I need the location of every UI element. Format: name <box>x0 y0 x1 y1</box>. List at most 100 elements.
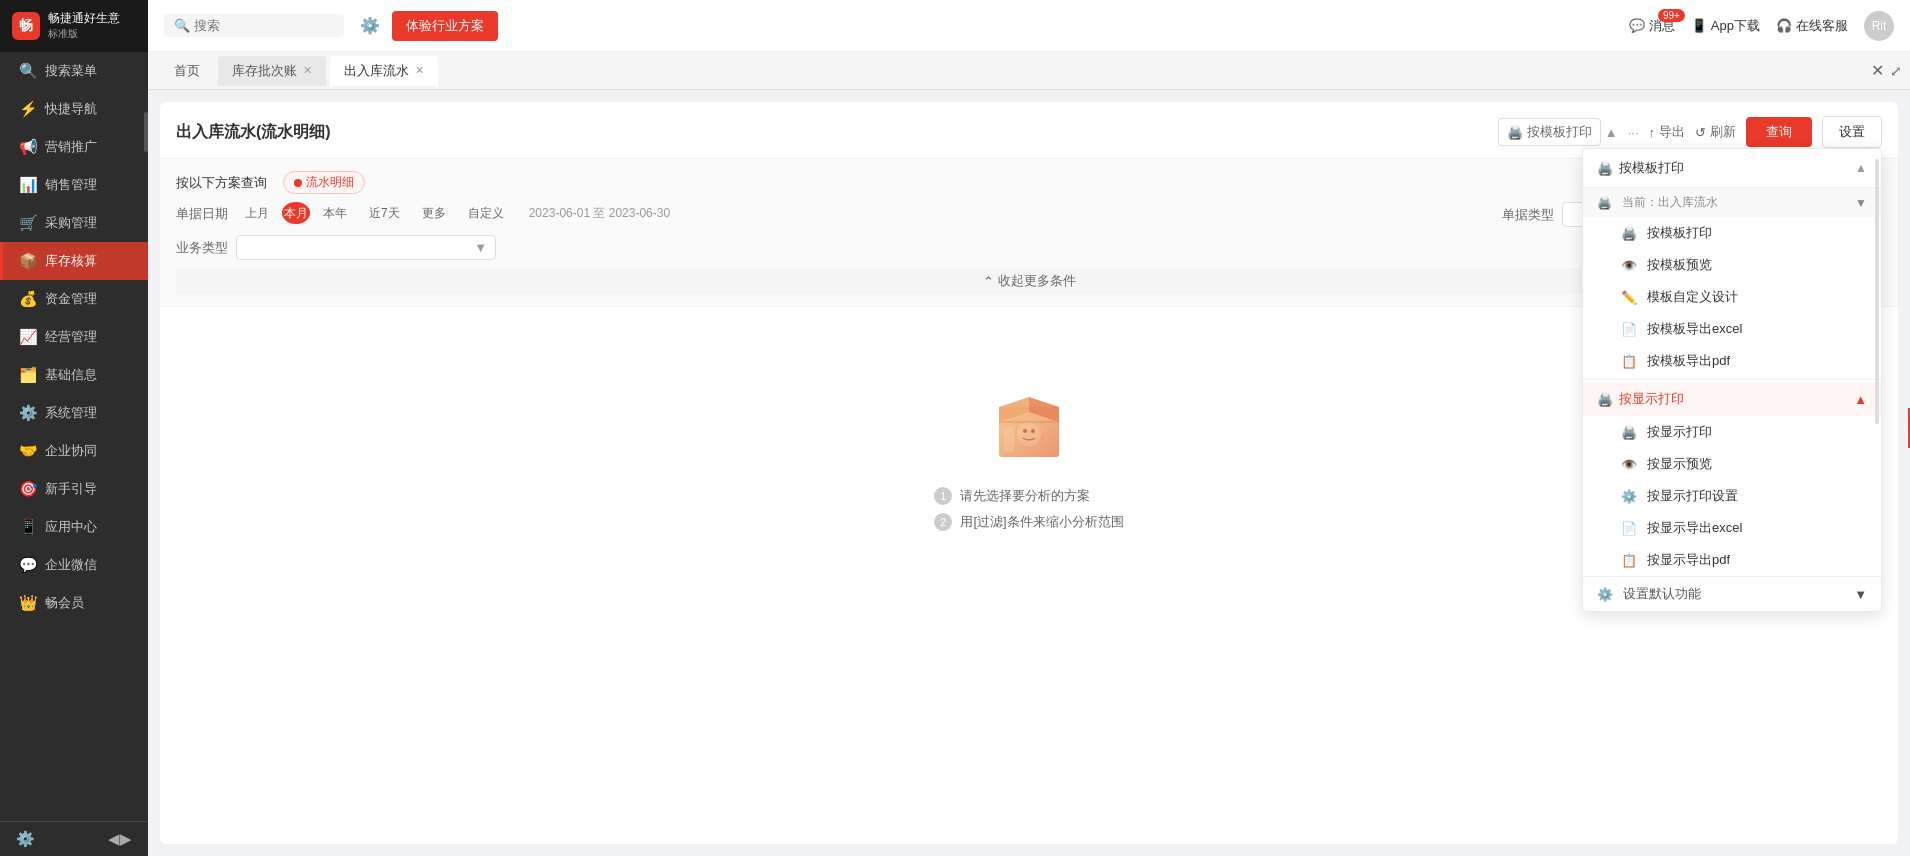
tabs-close-btn[interactable]: ✕ <box>1871 61 1884 80</box>
app-download-btn[interactable]: 📱 App下载 <box>1691 17 1760 35</box>
sidebar-item-business[interactable]: 📈 经营管理 <box>0 318 148 356</box>
date-btn-more[interactable]: 更多 <box>413 202 455 225</box>
avatar[interactable]: Rit <box>1864 11 1894 41</box>
trial-btn[interactable]: 体验行业方案 <box>392 11 498 41</box>
template-excel-icon: 📄 <box>1621 322 1637 337</box>
tabs-expand-btn[interactable]: ⤢ <box>1890 63 1902 79</box>
business-type-chevron: ▼ <box>474 240 487 255</box>
message-btn[interactable]: 💬 消息 99+ <box>1629 17 1675 35</box>
settings-gear-icon[interactable]: ⚙️ <box>360 16 380 35</box>
display-section-chevron: ▲ <box>1854 392 1867 407</box>
tab-inout-flow[interactable]: 出入库流水 ✕ <box>330 56 438 86</box>
sidebar-item-basic[interactable]: 🗂️ 基础信息 <box>0 356 148 394</box>
sidebar-item-appstore[interactable]: 📱 应用中心 <box>0 508 148 546</box>
empty-steps: 1 请先选择要分析的方案 2 用[过滤]条件来缩小分析范围 <box>934 487 1123 539</box>
topbar: 🔍 ⚙️ 体验行业方案 💬 消息 99+ 📱 App下载 🎧 在线客服 Rit <box>148 0 1910 52</box>
empty-step-2: 2 用[过滤]条件来缩小分析范围 <box>934 513 1123 531</box>
setting-btn[interactable]: 设置 <box>1822 116 1882 148</box>
tab-batch-ledger-label: 库存批次账 <box>232 62 297 80</box>
dropdown-template-export-pdf[interactable]: 📋 按模板导出pdf <box>1583 345 1881 377</box>
sidebar-item-wechat[interactable]: 💬 企业微信 <box>0 546 148 584</box>
panel-scrollbar[interactable] <box>1875 159 1879 601</box>
sidebar-settings-icon[interactable]: ⚙️ <box>16 830 35 848</box>
dropdown-display-export-excel[interactable]: 📄 按显示导出excel <box>1583 512 1881 544</box>
sidebar-item-guide[interactable]: 🎯 新手引导 <box>0 470 148 508</box>
dropdown-footer-settings[interactable]: ⚙️ 设置默认功能 ▼ <box>1583 576 1881 611</box>
tab-batch-ledger[interactable]: 库存批次账 ✕ <box>218 56 326 86</box>
print-chevron-icon[interactable]: ▲ <box>1605 125 1618 140</box>
sidebar: 畅 畅捷通好生意 标准版 🔍 搜索菜单 ⚡ 快捷导航 📢 营销推广 📊 销售管理… <box>0 0 148 856</box>
date-btn-last-month[interactable]: 上月 <box>236 202 278 225</box>
search-box-icon: 🔍 <box>174 18 190 33</box>
date-filter: 单据日期 上月 本月 本年 近7天 更多 自定义 2023-06-01 至 20… <box>176 202 670 225</box>
dropdown-close-icon[interactable]: ▲ <box>1855 161 1867 175</box>
page-title: 出入库流水(流水明细) <box>176 122 331 143</box>
query-btn[interactable]: 查询 <box>1746 117 1812 147</box>
template-export-excel-label: 按模板导出excel <box>1647 320 1742 338</box>
sidebar-item-label: 企业微信 <box>45 556 97 574</box>
tab-inout-flow-close-icon[interactable]: ✕ <box>415 64 424 77</box>
tag-dot-icon <box>294 179 302 187</box>
business-type-select[interactable]: ▼ <box>236 235 496 260</box>
tab-home[interactable]: 首页 <box>160 56 214 86</box>
dropdown-display-export-pdf[interactable]: 📋 按显示导出pdf <box>1583 544 1881 576</box>
online-service-btn[interactable]: 🎧 在线客服 <box>1776 17 1848 35</box>
dropdown-template-export-excel[interactable]: 📄 按模板导出excel <box>1583 313 1881 345</box>
dropdown-display-section[interactable]: 🖨️ 按显示打印 ▲ <box>1583 382 1881 416</box>
sidebar-item-quick-nav[interactable]: ⚡ 快捷导航 <box>0 90 148 128</box>
dropdown-template-preview[interactable]: 👁️ 按模板预览 <box>1583 249 1881 281</box>
empty-step-1: 1 请先选择要分析的方案 <box>934 487 1123 505</box>
guide-icon: 🎯 <box>19 480 37 498</box>
sidebar-item-purchase[interactable]: 🛒 采购管理 <box>0 204 148 242</box>
export-btn[interactable]: ↑ 导出 <box>1649 123 1686 141</box>
sidebar-item-inventory[interactable]: 📦 库存核算 <box>0 242 148 280</box>
display-export-pdf-label: 按显示导出pdf <box>1647 551 1730 569</box>
print-template-btn[interactable]: 🖨️ 按模板打印 <box>1498 118 1601 146</box>
page-card: 出入库流水(流水明细) 🖨️ 按模板打印 ▲ ··· ↑ 导出 <box>160 102 1898 844</box>
collapse-up-icon: ⌃ <box>983 274 994 289</box>
date-btn-7days[interactable]: 近7天 <box>360 202 409 225</box>
sidebar-item-finance[interactable]: 💰 资金管理 <box>0 280 148 318</box>
dropdown-display-settings[interactable]: ⚙️ 按显示打印设置 <box>1583 480 1881 512</box>
sidebar-item-label: 系统管理 <box>45 404 97 422</box>
sidebar-item-label: 资金管理 <box>45 290 97 308</box>
svg-point-5 <box>1017 422 1041 446</box>
date-btn-this-month[interactable]: 本月 <box>282 202 310 224</box>
message-icon: 💬 <box>1629 18 1645 33</box>
tab-batch-ledger-close-icon[interactable]: ✕ <box>303 64 312 77</box>
sidebar-logo: 畅 畅捷通好生意 标准版 <box>0 0 148 52</box>
dropdown-display-print[interactable]: 🖨️ 按显示打印 <box>1583 416 1881 448</box>
active-tag[interactable]: 流水明细 <box>283 171 365 194</box>
sidebar-item-label: 采购管理 <box>45 214 97 232</box>
sidebar-item-label: 快捷导航 <box>45 100 97 118</box>
dropdown-display-preview[interactable]: 👁️ 按显示预览 <box>1583 448 1881 480</box>
sidebar-item-system[interactable]: ⚙️ 系统管理 <box>0 394 148 432</box>
print-dropdown-panel: 🖨️ 按模板打印 ▲ 🖨️ 当前：出入库流水 ▼ <box>1582 148 1882 612</box>
sidebar-item-search[interactable]: 🔍 搜索菜单 <box>0 52 148 90</box>
sidebar-item-label: 基础信息 <box>45 366 97 384</box>
refresh-btn[interactable]: ↺ 刷新 <box>1695 123 1736 141</box>
date-btn-this-year[interactable]: 本年 <box>314 202 356 225</box>
user-name: Rit <box>1872 19 1887 33</box>
step-2-text: 用[过滤]条件来缩小分析范围 <box>960 513 1123 531</box>
sidebar-item-cooperation[interactable]: 🤝 企业协同 <box>0 432 148 470</box>
search-input[interactable] <box>194 18 334 33</box>
more-options-icon[interactable]: ··· <box>1628 125 1639 140</box>
dropdown-template-custom[interactable]: ✏️ 模板自定义设计 <box>1583 281 1881 313</box>
sales-icon: 📊 <box>19 176 37 194</box>
display-export-excel-label: 按显示导出excel <box>1647 519 1742 537</box>
printer-icon: 🖨️ <box>1507 125 1523 140</box>
current-chevron-icon: ▼ <box>1855 196 1867 210</box>
empty-box-icon <box>979 367 1079 467</box>
sidebar-collapse-icon[interactable]: ◀▶ <box>108 830 132 848</box>
date-btn-custom[interactable]: 自定义 <box>459 202 513 225</box>
sidebar-item-vip[interactable]: 👑 畅会员 <box>0 584 148 622</box>
inventory-icon: 📦 <box>19 252 37 270</box>
search-box[interactable]: 🔍 <box>164 14 344 37</box>
dropdown-template-print[interactable]: 🖨️ 按模板打印 <box>1583 217 1881 249</box>
appstore-icon: 📱 <box>19 518 37 536</box>
template-preview-label: 按模板预览 <box>1647 256 1712 274</box>
sidebar-item-sales[interactable]: 📊 销售管理 <box>0 166 148 204</box>
dropdown-header: 🖨️ 按模板打印 ▲ <box>1583 149 1881 188</box>
sidebar-item-marketing[interactable]: 📢 营销推广 <box>0 128 148 166</box>
